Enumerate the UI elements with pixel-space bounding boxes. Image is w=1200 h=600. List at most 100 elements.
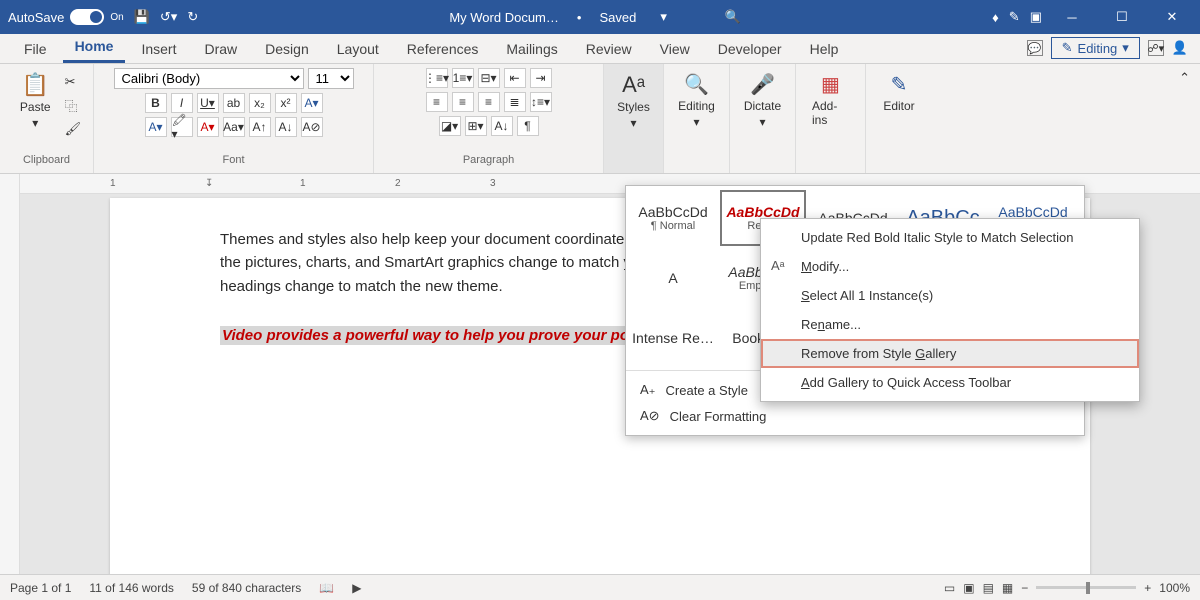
web-layout-icon[interactable]: ▦ <box>1002 581 1013 595</box>
collapse-ribbon-icon[interactable]: ⌃ <box>1179 70 1190 85</box>
ribbon-tabs: File Home Insert Draw Design Layout Refe… <box>0 34 1200 64</box>
comments-icon[interactable]: 💬 <box>1027 40 1043 56</box>
style-item[interactable]: Intense Re… <box>630 310 716 366</box>
multilevel-button[interactable]: ⊟▾ <box>478 68 500 88</box>
underline-button[interactable]: U▾ <box>197 93 219 113</box>
save-status: Saved <box>599 10 636 25</box>
eraser-icon: A⊘ <box>640 408 660 424</box>
tab-references[interactable]: References <box>395 37 491 63</box>
font-color2-button[interactable]: A▾ <box>197 117 219 137</box>
tab-draw[interactable]: Draw <box>192 37 249 63</box>
align-center-button[interactable]: ≡ <box>452 92 474 112</box>
tab-help[interactable]: Help <box>798 37 851 63</box>
menu-remove-from-gallery[interactable]: Remove from Style Gallery <box>761 339 1139 368</box>
font-family-select[interactable]: Calibri (Body) <box>114 68 304 89</box>
dictate-button[interactable]: 🎤Dictate▾ <box>736 68 789 133</box>
highlight-button[interactable]: 🖍▾ <box>171 117 193 137</box>
subscript-button[interactable]: x₂ <box>249 93 271 113</box>
grow-font-button[interactable]: A↑ <box>249 117 271 137</box>
layout-match-icon[interactable]: ▣ <box>1030 9 1042 25</box>
letter-a-icon: A₊ <box>640 382 656 398</box>
style-context-menu: Update Red Bold Italic Style to Match Se… <box>760 218 1140 402</box>
tab-file[interactable]: File <box>12 37 59 63</box>
strike-button[interactable]: ab <box>223 93 245 113</box>
bold-button[interactable]: B <box>145 93 167 113</box>
status-words[interactable]: 11 of 146 words <box>89 581 174 595</box>
spell-check-icon[interactable]: 📖 <box>319 581 334 595</box>
font-size-select[interactable]: 11 <box>308 68 354 89</box>
menu-update-to-match[interactable]: Update Red Bold Italic Style to Match Se… <box>761 223 1139 252</box>
clear-formatting-option[interactable]: A⊘Clear Formatting <box>634 403 1076 429</box>
zoom-level[interactable]: 100% <box>1159 581 1190 595</box>
superscript-button[interactable]: x² <box>275 93 297 113</box>
styles-button[interactable]: AᵃStyles▾ <box>609 68 658 134</box>
change-case-button[interactable]: Aa▾ <box>223 117 245 137</box>
text-effects-button[interactable]: A▾ <box>301 93 323 113</box>
tab-insert[interactable]: Insert <box>129 37 188 63</box>
autosave-toggle[interactable]: AutoSave On <box>8 9 124 25</box>
paste-button[interactable]: 📋Paste▾ <box>12 68 59 134</box>
status-page[interactable]: Page 1 of 1 <box>10 581 71 595</box>
maximize-button[interactable]: ☐ <box>1102 3 1142 31</box>
align-left-button[interactable]: ≡ <box>426 92 448 112</box>
align-right-button[interactable]: ≡ <box>478 92 500 112</box>
italic-button[interactable]: I <box>171 93 193 113</box>
clear-format-button[interactable]: A⊘ <box>301 117 323 137</box>
editing-button[interactable]: 🔍Editing▾ <box>670 68 723 133</box>
share-button[interactable]: ☍▾ <box>1148 40 1164 56</box>
status-bar: Page 1 of 1 11 of 146 words 59 of 840 ch… <box>0 574 1200 600</box>
vertical-ruler <box>0 174 20 574</box>
style-item[interactable]: AaBbCcDd¶ Normal <box>630 190 716 246</box>
shading-button[interactable]: ◪▾ <box>439 116 461 136</box>
zoom-in-button[interactable]: + <box>1144 581 1151 595</box>
inc-indent-button[interactable]: ⇥ <box>530 68 552 88</box>
tab-design[interactable]: Design <box>253 37 321 63</box>
font-color-button[interactable]: A▾ <box>145 117 167 137</box>
macros-icon[interactable]: ▶ <box>352 581 361 595</box>
numbering-button[interactable]: 1≡▾ <box>452 68 474 88</box>
dec-indent-button[interactable]: ⇤ <box>504 68 526 88</box>
menu-rename[interactable]: Rename... <box>761 310 1139 339</box>
format-painter-icon[interactable]: 🖌 <box>65 121 82 137</box>
bullets-button[interactable]: ⋮≡▾ <box>426 68 448 88</box>
premium-icon[interactable]: ♦ <box>992 10 999 25</box>
zoom-out-button[interactable]: − <box>1021 581 1028 595</box>
tab-mailings[interactable]: Mailings <box>494 37 569 63</box>
addins-button[interactable]: ▦Add-ins <box>804 68 857 131</box>
line-spacing-button[interactable]: ↕≡▾ <box>530 92 552 112</box>
tab-developer[interactable]: Developer <box>706 37 794 63</box>
zoom-slider[interactable] <box>1036 586 1136 589</box>
undo-icon[interactable]: ↺▾ <box>160 9 177 25</box>
minimize-button[interactable]: ─ <box>1052 3 1092 31</box>
redo-icon[interactable]: ↻ <box>187 9 198 25</box>
shrink-font-button[interactable]: A↓ <box>275 117 297 137</box>
menu-modify[interactable]: AᵃModify... <box>761 252 1139 281</box>
wand-icon[interactable]: ✎ <box>1009 9 1020 25</box>
focus-mode-icon[interactable]: ▭ <box>944 581 955 595</box>
group-paragraph: Paragraph <box>463 154 514 169</box>
toggle-on-icon <box>70 9 104 25</box>
print-layout-icon[interactable]: ▤ <box>983 581 994 595</box>
account-icon[interactable]: 👤 <box>1172 40 1188 56</box>
style-item[interactable]: A <box>630 250 716 306</box>
borders-button[interactable]: ⊞▾ <box>465 116 487 136</box>
editor-button[interactable]: ✎Editor <box>875 68 922 117</box>
search-icon[interactable]: 🔍 <box>725 9 741 25</box>
read-mode-icon[interactable]: ▣ <box>963 581 974 595</box>
menu-select-all[interactable]: SSelect All 1 Instance(s)elect All 1 Ins… <box>761 281 1139 310</box>
save-icon[interactable]: 💾 <box>134 9 150 25</box>
sort-button[interactable]: A↓ <box>491 116 513 136</box>
tab-review[interactable]: Review <box>574 37 644 63</box>
close-button[interactable]: ✕ <box>1152 3 1192 31</box>
tab-view[interactable]: View <box>648 37 702 63</box>
tab-layout[interactable]: Layout <box>325 37 391 63</box>
justify-button[interactable]: ≣ <box>504 92 526 112</box>
cut-icon[interactable]: ✂ <box>65 74 82 90</box>
status-chars[interactable]: 59 of 840 characters <box>192 581 301 595</box>
tab-home[interactable]: Home <box>63 34 126 63</box>
show-marks-button[interactable]: ¶ <box>517 116 539 136</box>
copy-icon[interactable]: ⿻ <box>65 96 82 115</box>
editing-mode-button[interactable]: ✎ Editing ▾ <box>1051 37 1140 59</box>
autosave-label: AutoSave <box>8 10 64 25</box>
menu-add-to-qat[interactable]: Add Gallery to Quick Access Toolbar <box>761 368 1139 397</box>
